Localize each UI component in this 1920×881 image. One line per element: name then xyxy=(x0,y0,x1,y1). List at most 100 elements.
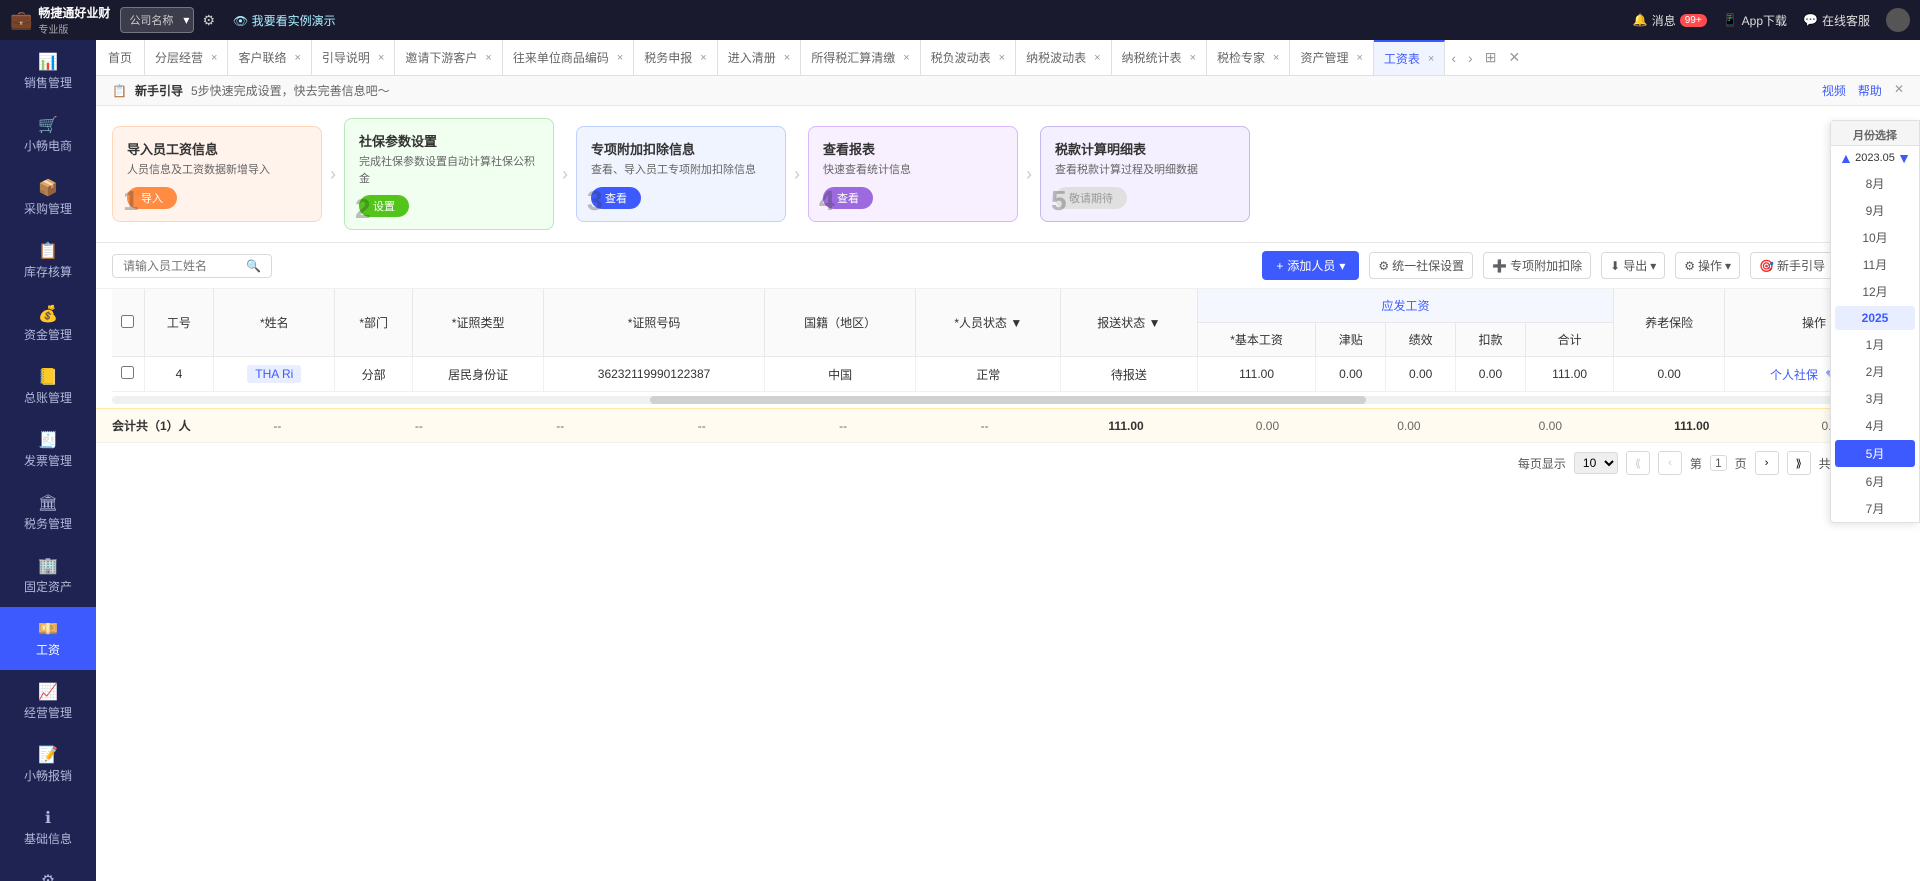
app-download-button[interactable]: 📱 App下载 xyxy=(1723,12,1787,29)
online-service-button[interactable]: 💬 在线客服 xyxy=(1803,12,1870,29)
sidebar-item-basic-info[interactable]: ℹ 基础信息 xyxy=(0,796,96,859)
user-avatar[interactable] xyxy=(1886,8,1910,32)
month-item-9[interactable]: 9月 xyxy=(1831,197,1919,224)
month-item-12[interactable]: 12月 xyxy=(1831,278,1919,305)
sidebar-item-invoice[interactable]: 🧾 发票管理 xyxy=(0,418,96,481)
month-item-1[interactable]: 1月 xyxy=(1831,331,1919,358)
search-icon[interactable]: 🔍 xyxy=(246,259,261,273)
tab-payroll[interactable]: 工资表 × xyxy=(1374,40,1445,76)
horizontal-scrollbar[interactable] xyxy=(96,392,1920,408)
tab-close-tax-burden[interactable]: × xyxy=(999,52,1005,64)
guide-close-button[interactable]: ✕ xyxy=(1894,82,1904,99)
tab-nav-next[interactable]: › xyxy=(1462,40,1479,76)
row-nationality-cell: 中国 xyxy=(764,357,916,392)
tab-tax-burden[interactable]: 税负波动表 × xyxy=(921,40,1016,76)
tab-close-guide[interactable]: × xyxy=(378,52,384,64)
guide-help-link[interactable]: 帮助 xyxy=(1858,82,1882,99)
month-item-4[interactable]: 4月 xyxy=(1831,412,1919,439)
tab-guide[interactable]: 引导说明 × xyxy=(312,40,395,76)
export-button[interactable]: ⬇ 导出 ▾ xyxy=(1601,252,1665,279)
tab-income-tax[interactable]: 所得税汇算清缴 × xyxy=(801,40,920,76)
tab-customer-contact[interactable]: 客户联络 × xyxy=(228,40,311,76)
row-total-cell: 111.00 xyxy=(1525,357,1613,392)
tab-invite[interactable]: 邀请下游客户 × xyxy=(395,40,502,76)
newbie-guide-button[interactable]: 🎯 新手引导 xyxy=(1750,252,1834,279)
tab-close-payroll[interactable]: × xyxy=(1428,53,1434,65)
tab-close-expert[interactable]: × xyxy=(1273,52,1279,64)
sidebar-item-finance[interactable]: 💰 资金管理 xyxy=(0,292,96,355)
search-input[interactable] xyxy=(123,259,242,273)
tab-close-all[interactable]: ✕ xyxy=(1502,40,1526,76)
month-item-6[interactable]: 6月 xyxy=(1831,468,1919,495)
tab-close-tax-stats[interactable]: × xyxy=(1190,52,1196,64)
sidebar-item-ecommerce[interactable]: 🛒 小畅电商 xyxy=(0,103,96,166)
unified-social-security-button[interactable]: ⚙ 统一社保设置 xyxy=(1369,252,1473,279)
sidebar-item-sales[interactable]: 📊 销售管理 xyxy=(0,40,96,103)
select-all-checkbox[interactable] xyxy=(121,315,134,328)
tab-close-income-tax[interactable]: × xyxy=(903,52,909,64)
guide-video-link[interactable]: 视频 xyxy=(1822,82,1846,99)
special-deduction-button[interactable]: ➕ 专项附加扣除 xyxy=(1483,252,1591,279)
month-picker-up-button[interactable]: ▲ xyxy=(1837,148,1855,168)
sidebar-item-operations[interactable]: 📈 经营管理 xyxy=(0,670,96,733)
tab-tiered-management[interactable]: 分层经营 × xyxy=(145,40,228,76)
tab-close-tiered[interactable]: × xyxy=(211,52,217,64)
month-item-7[interactable]: 7月 xyxy=(1831,495,1919,522)
status-filter-icon[interactable]: ▼ xyxy=(1010,316,1022,330)
month-picker-down-button[interactable]: ▼ xyxy=(1895,148,1913,168)
operation-button[interactable]: ⚙ 操作 ▾ xyxy=(1675,252,1740,279)
sidebar-item-expense[interactable]: 📝 小畅报销 xyxy=(0,733,96,796)
add-employee-button[interactable]: + 添加人员 ▾ xyxy=(1262,251,1359,280)
month-item-10[interactable]: 10月 xyxy=(1831,224,1919,251)
demo-link[interactable]: 👁 我要看实例演示 xyxy=(233,12,336,29)
sidebar-item-assets[interactable]: 🏢 固定资产 xyxy=(0,544,96,607)
search-box[interactable]: 🔍 xyxy=(112,254,272,278)
tab-close-product[interactable]: × xyxy=(617,52,623,64)
month-item-8[interactable]: 8月 xyxy=(1831,170,1919,197)
tab-tax-fluctuation[interactable]: 纳税波动表 × xyxy=(1016,40,1111,76)
step-card-4: 查看报表 快速查看统计信息 查看 4 xyxy=(808,126,1018,222)
report-filter-icon[interactable]: ▼ xyxy=(1149,316,1161,330)
tab-more[interactable]: ⊞ xyxy=(1479,40,1503,76)
month-item-3[interactable]: 3月 xyxy=(1831,385,1919,412)
tab-nav-prev[interactable]: ‹ xyxy=(1445,40,1462,76)
tab-close-invite[interactable]: × xyxy=(485,52,491,64)
tab-product-code[interactable]: 往来单位商品编码 × xyxy=(503,40,634,76)
tab-close-customer[interactable]: × xyxy=(294,52,300,64)
personal-social-security-link[interactable]: 个人社保 xyxy=(1770,368,1818,382)
tab-asset-management[interactable]: 资产管理 × xyxy=(1290,40,1373,76)
top-bar: 💼 畅捷通好业财 专业版 公司名称 ▾ ⚙ 👁 我要看实例演示 🔔 消息 99+… xyxy=(0,0,1920,40)
sidebar-item-payroll[interactable]: 💴 工资 xyxy=(0,607,96,670)
month-item-11[interactable]: 11月 xyxy=(1831,251,1919,278)
message-button[interactable]: 🔔 消息 99+ xyxy=(1633,12,1707,29)
row-status-cell: 正常 xyxy=(916,357,1061,392)
scroll-bar-track[interactable] xyxy=(112,396,1904,404)
last-page-button[interactable]: ⟫ xyxy=(1787,451,1811,475)
operation-icon: ⚙ xyxy=(1684,259,1695,273)
per-page-select[interactable]: 10 20 50 xyxy=(1574,452,1618,474)
row-checkbox[interactable] xyxy=(121,366,134,379)
prev-page-button[interactable]: ‹ xyxy=(1658,451,1682,475)
month-item-5[interactable]: 5月 xyxy=(1835,440,1915,467)
tab-close-clearance[interactable]: × xyxy=(784,52,790,64)
month-year-2025: 2025 xyxy=(1835,306,1915,330)
sidebar-item-purchase[interactable]: 📦 采购管理 xyxy=(0,166,96,229)
tab-tax-report[interactable]: 税务申报 × xyxy=(634,40,717,76)
company-dropdown[interactable]: 公司名称 ▾ xyxy=(120,7,194,33)
month-item-2[interactable]: 2月 xyxy=(1831,358,1919,385)
sidebar-item-inventory[interactable]: 📋 库存核算 xyxy=(0,229,96,292)
first-page-button[interactable]: ⟪ xyxy=(1626,451,1650,475)
tab-clearance[interactable]: 进入清册 × xyxy=(718,40,801,76)
sidebar-item-ledger[interactable]: 📒 总账管理 xyxy=(0,355,96,418)
tab-close-asset[interactable]: × xyxy=(1356,52,1362,64)
tab-close-tax[interactable]: × xyxy=(700,52,706,64)
scroll-bar-thumb[interactable] xyxy=(650,396,1367,404)
tab-tax-expert[interactable]: 税检专家 × xyxy=(1207,40,1290,76)
sidebar-item-system[interactable]: ⚙ 系统管理 xyxy=(0,859,96,881)
next-page-button[interactable]: › xyxy=(1755,451,1779,475)
settings-icon[interactable]: ⚙ xyxy=(202,12,215,29)
tab-tax-stats[interactable]: 纳税统计表 × xyxy=(1112,40,1207,76)
tab-home[interactable]: 首页 xyxy=(96,40,145,76)
tab-close-tax-fluct[interactable]: × xyxy=(1094,52,1100,64)
sidebar-item-tax[interactable]: 🏛 税务管理 xyxy=(0,481,96,544)
